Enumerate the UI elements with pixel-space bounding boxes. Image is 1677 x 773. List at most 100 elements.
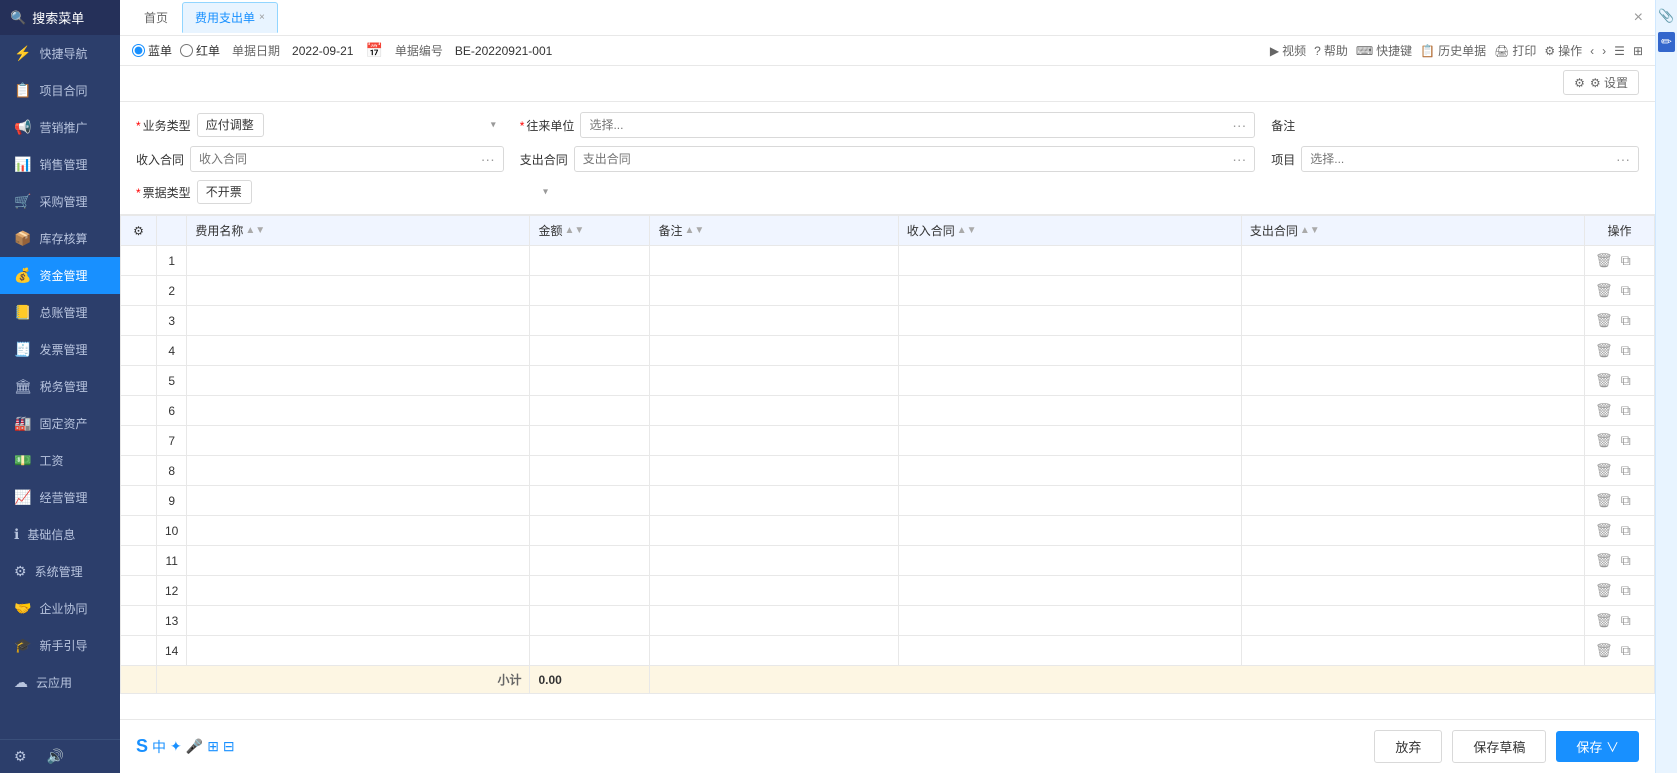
row-remark[interactable] (650, 456, 898, 486)
row-remark[interactable] (650, 366, 898, 396)
row-amount[interactable] (530, 306, 650, 336)
volume-icon[interactable]: 🔊 (47, 748, 64, 765)
row-remark[interactable] (650, 636, 898, 666)
sort-remark-icon[interactable]: ▲▼ (685, 226, 705, 236)
row-expense-contract[interactable] (1241, 546, 1584, 576)
row-amount[interactable] (530, 366, 650, 396)
row-remark[interactable] (650, 336, 898, 366)
tab-home[interactable]: 首页 (132, 3, 180, 32)
copy-row-button[interactable]: ⧉ (1619, 550, 1633, 571)
delete-row-button[interactable]: 🗑 (1593, 340, 1615, 361)
row-expense-contract[interactable] (1241, 336, 1584, 366)
business-type-select[interactable]: 应付调整 (197, 113, 264, 137)
delete-row-button[interactable]: 🗑 (1593, 400, 1615, 421)
row-amount[interactable] (530, 246, 650, 276)
grid-view-btn[interactable]: ⊞ (1633, 44, 1643, 58)
red-bill-radio[interactable]: 红单 (180, 42, 220, 59)
row-income-contract[interactable] (898, 426, 1241, 456)
row-amount[interactable] (530, 396, 650, 426)
tab-close-icon[interactable]: × (259, 12, 265, 23)
row-expense-name[interactable] (187, 546, 530, 576)
row-amount[interactable] (530, 486, 650, 516)
business-type-select-wrapper[interactable]: 应付调整 (197, 113, 504, 137)
row-amount[interactable] (530, 516, 650, 546)
copy-row-button[interactable]: ⧉ (1619, 580, 1633, 601)
project-dots[interactable]: ··· (1616, 151, 1630, 167)
sidebar-item-fund-mgmt[interactable]: 💰 资金管理 (0, 257, 120, 294)
th-income-contract[interactable]: 收入合同 ▲▼ (898, 216, 1241, 246)
row-amount[interactable] (530, 456, 650, 486)
row-remark[interactable] (650, 486, 898, 516)
blue-bill-radio[interactable]: 蓝单 (132, 42, 172, 59)
copy-row-button[interactable]: ⧉ (1619, 520, 1633, 541)
tab-expense-bill[interactable]: 费用支出单 × (182, 2, 278, 33)
row-expense-name[interactable] (187, 576, 530, 606)
row-income-contract[interactable] (898, 396, 1241, 426)
row-income-contract[interactable] (898, 246, 1241, 276)
delete-row-button[interactable]: 🗑 (1593, 280, 1615, 301)
row-remark[interactable] (650, 276, 898, 306)
delete-row-button[interactable]: 🗑 (1593, 460, 1615, 481)
row-remark[interactable] (650, 576, 898, 606)
invoice-type-select-wrapper[interactable]: 不开票 (197, 180, 556, 204)
row-expense-name[interactable] (187, 606, 530, 636)
row-remark[interactable] (650, 396, 898, 426)
income-contract-input[interactable] (199, 152, 481, 166)
row-income-contract[interactable] (898, 456, 1241, 486)
settings-icon[interactable]: ⚙ (14, 748, 27, 765)
sidebar-item-cloud-apps[interactable]: ☁ 云应用 (0, 664, 120, 701)
discard-button[interactable]: 放弃 (1374, 730, 1442, 763)
sidebar-item-ops-mgmt[interactable]: 📈 经营管理 (0, 479, 120, 516)
row-expense-name[interactable] (187, 246, 530, 276)
delete-row-button[interactable]: 🗑 (1593, 550, 1615, 571)
row-expense-contract[interactable] (1241, 606, 1584, 636)
next-btn[interactable]: › (1602, 44, 1606, 58)
row-income-contract[interactable] (898, 636, 1241, 666)
copy-row-button[interactable]: ⧉ (1619, 490, 1633, 511)
row-expense-contract[interactable] (1241, 486, 1584, 516)
delete-row-button[interactable]: 🗑 (1593, 610, 1615, 631)
project-input[interactable] (1310, 152, 1616, 166)
th-expense-name[interactable]: 费用名称 ▲▼ (187, 216, 530, 246)
row-income-contract[interactable] (898, 276, 1241, 306)
row-remark[interactable] (650, 426, 898, 456)
edit-icon[interactable]: ✏ (1658, 32, 1675, 52)
sort-income-icon[interactable]: ▲▼ (957, 226, 977, 236)
history-btn[interactable]: 📋 历史单据 (1420, 42, 1486, 59)
row-income-contract[interactable] (898, 336, 1241, 366)
copy-row-button[interactable]: ⧉ (1619, 400, 1633, 421)
sidebar-search[interactable]: 🔍 搜索菜单 (0, 0, 120, 35)
prev-btn[interactable]: ‹ (1590, 44, 1594, 58)
row-remark[interactable] (650, 606, 898, 636)
row-amount[interactable] (530, 546, 650, 576)
row-expense-contract[interactable] (1241, 276, 1584, 306)
row-expense-contract[interactable] (1241, 246, 1584, 276)
row-expense-contract[interactable] (1241, 426, 1584, 456)
delete-row-button[interactable]: 🗑 (1593, 490, 1615, 511)
row-remark[interactable] (650, 546, 898, 576)
sidebar-item-fixed-assets[interactable]: 🏭 固定资产 (0, 405, 120, 442)
save-button[interactable]: 保存 ∨ (1556, 731, 1639, 762)
delete-row-button[interactable]: 🗑 (1593, 520, 1615, 541)
copy-row-button[interactable]: ⧉ (1619, 430, 1633, 451)
copy-row-button[interactable]: ⧉ (1619, 370, 1633, 391)
sidebar-item-payroll[interactable]: 💵 工资 (0, 442, 120, 479)
counterpart-input-wrapper[interactable]: ··· (580, 112, 1255, 138)
row-amount[interactable] (530, 426, 650, 456)
row-income-contract[interactable] (898, 546, 1241, 576)
row-amount[interactable] (530, 336, 650, 366)
copy-row-button[interactable]: ⧉ (1619, 280, 1633, 301)
expense-contract-dots[interactable]: ··· (1232, 151, 1246, 167)
row-expense-name[interactable] (187, 456, 530, 486)
counterpart-input[interactable] (589, 118, 1232, 132)
row-remark[interactable] (650, 516, 898, 546)
row-expense-name[interactable] (187, 516, 530, 546)
calendar-icon[interactable]: 📅 (365, 42, 382, 59)
row-expense-name[interactable] (187, 366, 530, 396)
row-amount[interactable] (530, 576, 650, 606)
income-contract-dots[interactable]: ··· (481, 151, 495, 167)
row-amount[interactable] (530, 276, 650, 306)
delete-row-button[interactable]: 🗑 (1593, 310, 1615, 331)
project-wrapper[interactable]: ··· (1301, 146, 1639, 172)
invoice-type-select[interactable]: 不开票 (197, 180, 252, 204)
